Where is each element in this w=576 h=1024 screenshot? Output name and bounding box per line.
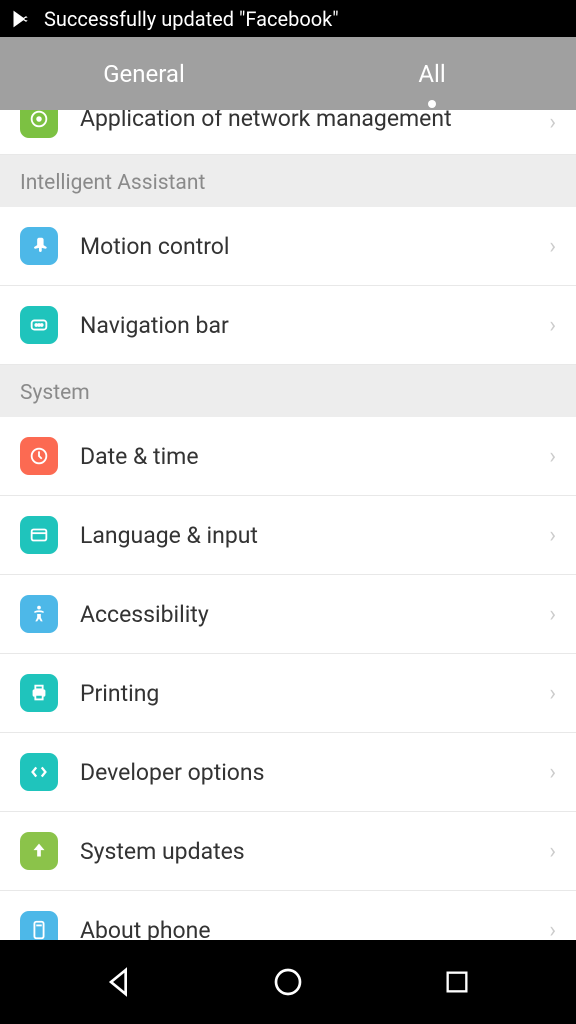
item-label: Navigation bar <box>80 312 549 339</box>
accessibility-icon <box>20 595 58 633</box>
chevron-right-icon: › <box>549 681 556 706</box>
developer-icon <box>20 753 58 791</box>
item-label: Date & time <box>80 443 549 470</box>
item-accessibility[interactable]: Accessibility › <box>0 575 576 654</box>
language-icon <box>20 516 58 554</box>
item-app-network[interactable]: Application of network management › <box>0 110 576 155</box>
chevron-right-icon: › <box>549 234 556 259</box>
chevron-right-icon: › <box>549 444 556 469</box>
tab-all-label: All <box>418 60 445 88</box>
item-language-input[interactable]: Language & input › <box>0 496 576 575</box>
chevron-right-icon: › <box>549 523 556 548</box>
item-developer-options[interactable]: Developer options › <box>0 733 576 812</box>
item-label: About phone <box>80 917 549 941</box>
chevron-right-icon: › <box>549 313 556 338</box>
recent-button[interactable] <box>438 963 476 1001</box>
status-bar: Successfully updated "Facebook" <box>0 0 576 37</box>
status-message: Successfully updated "Facebook" <box>44 7 339 31</box>
section-system: System <box>0 365 576 417</box>
tab-general[interactable]: General <box>0 37 288 110</box>
phone-icon <box>20 911 58 940</box>
item-about-phone[interactable]: About phone › <box>0 891 576 940</box>
motion-icon <box>20 227 58 265</box>
item-label: Developer options <box>80 759 549 786</box>
item-label: Language & input <box>80 522 549 549</box>
item-label: Application of network management <box>80 110 549 132</box>
section-intelligent: Intelligent Assistant <box>0 155 576 207</box>
network-icon <box>20 110 58 138</box>
chevron-right-icon: › <box>549 760 556 785</box>
item-navigation-bar[interactable]: Navigation bar › <box>0 286 576 365</box>
back-button[interactable] <box>100 963 138 1001</box>
item-label: Printing <box>80 680 549 707</box>
home-button[interactable] <box>269 963 307 1001</box>
item-label: System updates <box>80 838 549 865</box>
chevron-right-icon: › <box>549 918 556 941</box>
tab-all[interactable]: All <box>288 37 576 110</box>
tabs-container: General All <box>0 37 576 110</box>
item-system-updates[interactable]: System updates › <box>0 812 576 891</box>
chevron-right-icon: › <box>549 839 556 864</box>
chevron-right-icon: › <box>549 110 556 135</box>
item-printing[interactable]: Printing › <box>0 654 576 733</box>
tab-general-label: General <box>103 60 185 88</box>
item-label: Motion control <box>80 233 549 260</box>
navbar-icon <box>20 306 58 344</box>
item-motion-control[interactable]: Motion control › <box>0 207 576 286</box>
item-date-time[interactable]: Date & time › <box>0 417 576 496</box>
tab-indicator <box>428 100 436 108</box>
navigation-bar <box>0 940 576 1024</box>
chevron-right-icon: › <box>549 602 556 627</box>
item-label: Accessibility <box>80 601 549 628</box>
settings-list[interactable]: Application of network management › Inte… <box>0 110 576 940</box>
printer-icon <box>20 674 58 712</box>
update-icon <box>20 832 58 870</box>
clock-icon <box>20 437 58 475</box>
play-store-icon <box>10 8 32 30</box>
